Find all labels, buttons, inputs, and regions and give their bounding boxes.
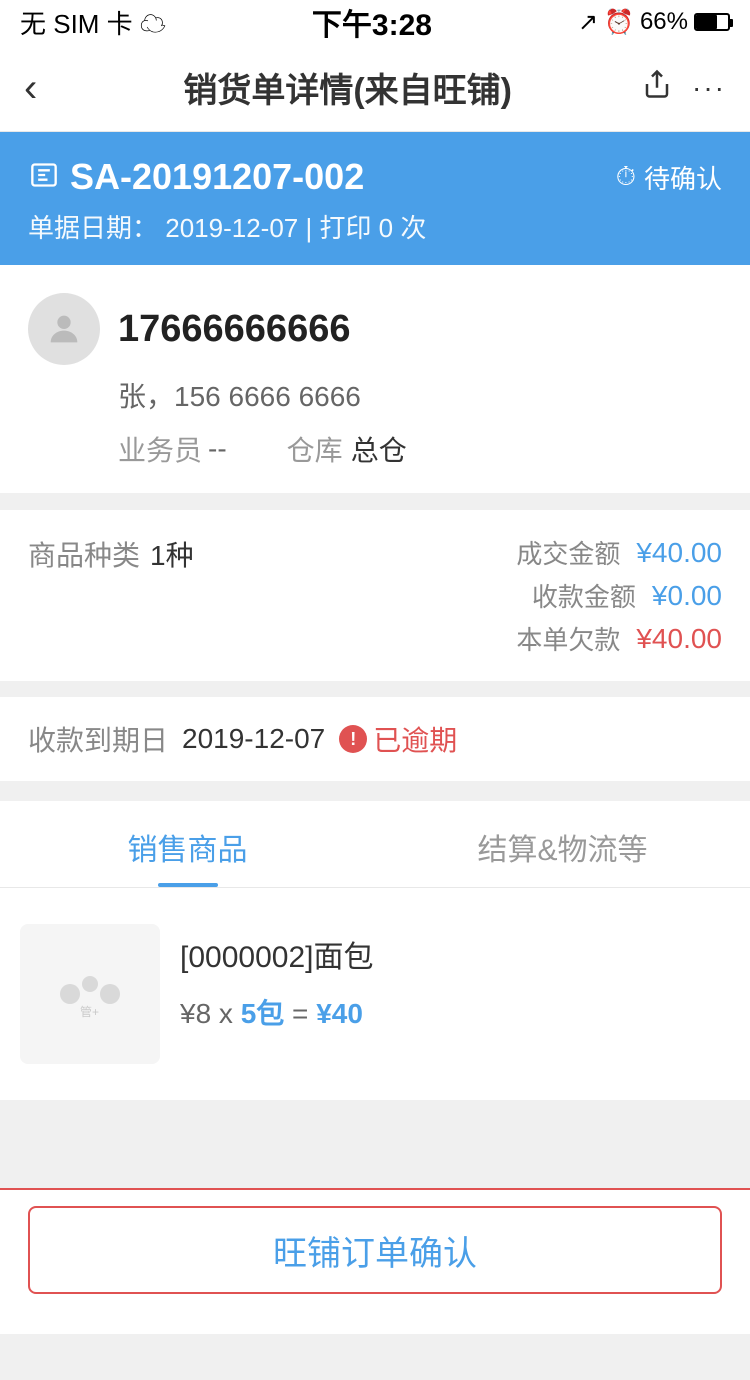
- product-total: ¥40: [316, 998, 363, 1029]
- print-info: | 打印 0 次: [305, 213, 426, 243]
- customer-top: 17666666666: [28, 293, 722, 365]
- stat-value-1: ¥0.00: [652, 580, 722, 612]
- order-date-value: 2019-12-07: [165, 213, 298, 243]
- stat-label-1: 收款金额: [532, 577, 636, 614]
- order-id-text: SA-20191207-002: [70, 156, 364, 198]
- battery-icon: [694, 13, 730, 31]
- stats-left: 商品种类 1种: [28, 534, 194, 574]
- product-unit-price: ¥8 x: [180, 998, 241, 1029]
- stat-row-0: 成交金额 ¥40.00: [516, 534, 722, 571]
- status-time: 下午3:28: [312, 0, 432, 44]
- stats-section: 商品种类 1种 成交金额 ¥40.00 收款金额 ¥0.00 本单欠款 ¥40.…: [0, 510, 750, 681]
- status-bar: 无 SIM 卡 ☁ 下午3:28 ↗ ⏰ 66%: [0, 0, 750, 44]
- status-left: 无 SIM 卡 ☁: [20, 4, 166, 41]
- tab-sales-products[interactable]: 销售商品: [0, 801, 375, 887]
- type-value: 1种: [150, 534, 194, 574]
- stat-label-2: 本单欠款: [516, 620, 620, 657]
- order-date-line: 单据日期： 2019-12-07 | 打印 0 次: [28, 208, 722, 245]
- location-icon: ↗: [578, 8, 598, 37]
- customer-meta: 业务员 -- 仓库 总仓: [118, 429, 722, 469]
- page-title: 销货单详情(来自旺铺): [53, 63, 642, 112]
- more-button[interactable]: ···: [692, 72, 726, 104]
- overdue-text: 已逾期: [373, 719, 457, 759]
- confirm-button[interactable]: 旺铺订单确认: [28, 1206, 722, 1294]
- product-thumbnail: 管+: [20, 924, 160, 1064]
- stat-row-2: 本单欠款 ¥40.00: [516, 620, 722, 657]
- nav-actions: ···: [642, 69, 726, 107]
- warehouse-value: 总仓: [351, 429, 407, 469]
- avatar: [28, 293, 100, 365]
- stat-value-2: ¥40.00: [636, 623, 722, 655]
- bottom-btn-area: 旺铺订单确认: [0, 1188, 750, 1334]
- customer-phone: 17666666666: [118, 308, 350, 351]
- stat-value-0: ¥40.00: [636, 537, 722, 569]
- tabs-row: 销售商品 结算&物流等: [0, 801, 750, 888]
- overdue-badge: ! 已逾期: [339, 719, 457, 759]
- tabs-section: 销售商品 结算&物流等: [0, 801, 750, 888]
- status-right: ↗ ⏰ 66%: [578, 8, 730, 37]
- product-section: 管+ [0000002]面包 ¥8 x 5包 = ¥40: [0, 888, 750, 1100]
- alarm-icon: ⏰: [604, 8, 634, 37]
- product-price-line: ¥8 x 5包 = ¥40: [180, 992, 730, 1032]
- warehouse-label: 仓库: [287, 429, 343, 469]
- customer-name: 张，156 6666 6666: [118, 375, 722, 415]
- due-date-value: 2019-12-07: [182, 723, 325, 755]
- product-thumb-icon: 管+: [50, 964, 130, 1024]
- type-label: 商品种类: [28, 534, 140, 574]
- date-label: 单据日期：: [28, 213, 158, 243]
- customer-section: 17666666666 张，156 6666 6666 业务员 -- 仓库 总仓: [0, 265, 750, 494]
- order-header-top: SA-20191207-002 ⏱ 待确认: [28, 156, 722, 198]
- stat-row-1: 收款金额 ¥0.00: [532, 577, 722, 614]
- product-info: [0000002]面包 ¥8 x 5包 = ¥40: [180, 924, 730, 1032]
- product-eq: =: [284, 998, 316, 1029]
- status-clock-icon: ⏱: [616, 161, 636, 193]
- tab-settlement[interactable]: 结算&物流等: [375, 801, 750, 887]
- svg-text:管+: 管+: [80, 1004, 99, 1019]
- sales-label: 业务员: [118, 429, 202, 469]
- order-header: SA-20191207-002 ⏱ 待确认 单据日期： 2019-12-07 |…: [0, 132, 750, 265]
- order-icon: [28, 156, 60, 198]
- sales-value: --: [208, 433, 227, 465]
- battery-percent: 66%: [640, 8, 688, 36]
- overdue-icon: !: [339, 725, 367, 753]
- nav-bar: ‹ 销货单详情(来自旺铺) ···: [0, 44, 750, 132]
- back-button[interactable]: ‹: [24, 68, 37, 108]
- order-id: SA-20191207-002: [28, 156, 364, 198]
- order-status: ⏱ 待确认: [616, 159, 722, 196]
- stat-label-0: 成交金额: [516, 534, 620, 571]
- stats-right: 成交金额 ¥40.00 收款金额 ¥0.00 本单欠款 ¥40.00: [516, 534, 722, 657]
- due-section: 收款到期日 2019-12-07 ! 已逾期: [0, 697, 750, 781]
- status-text: 待确认: [644, 159, 722, 196]
- product-name: [0000002]面包: [180, 932, 730, 976]
- due-label: 收款到期日: [28, 719, 168, 759]
- share-button[interactable]: [642, 69, 672, 107]
- product-qty: 5包: [241, 998, 285, 1029]
- product-item: 管+ [0000002]面包 ¥8 x 5包 = ¥40: [20, 908, 730, 1080]
